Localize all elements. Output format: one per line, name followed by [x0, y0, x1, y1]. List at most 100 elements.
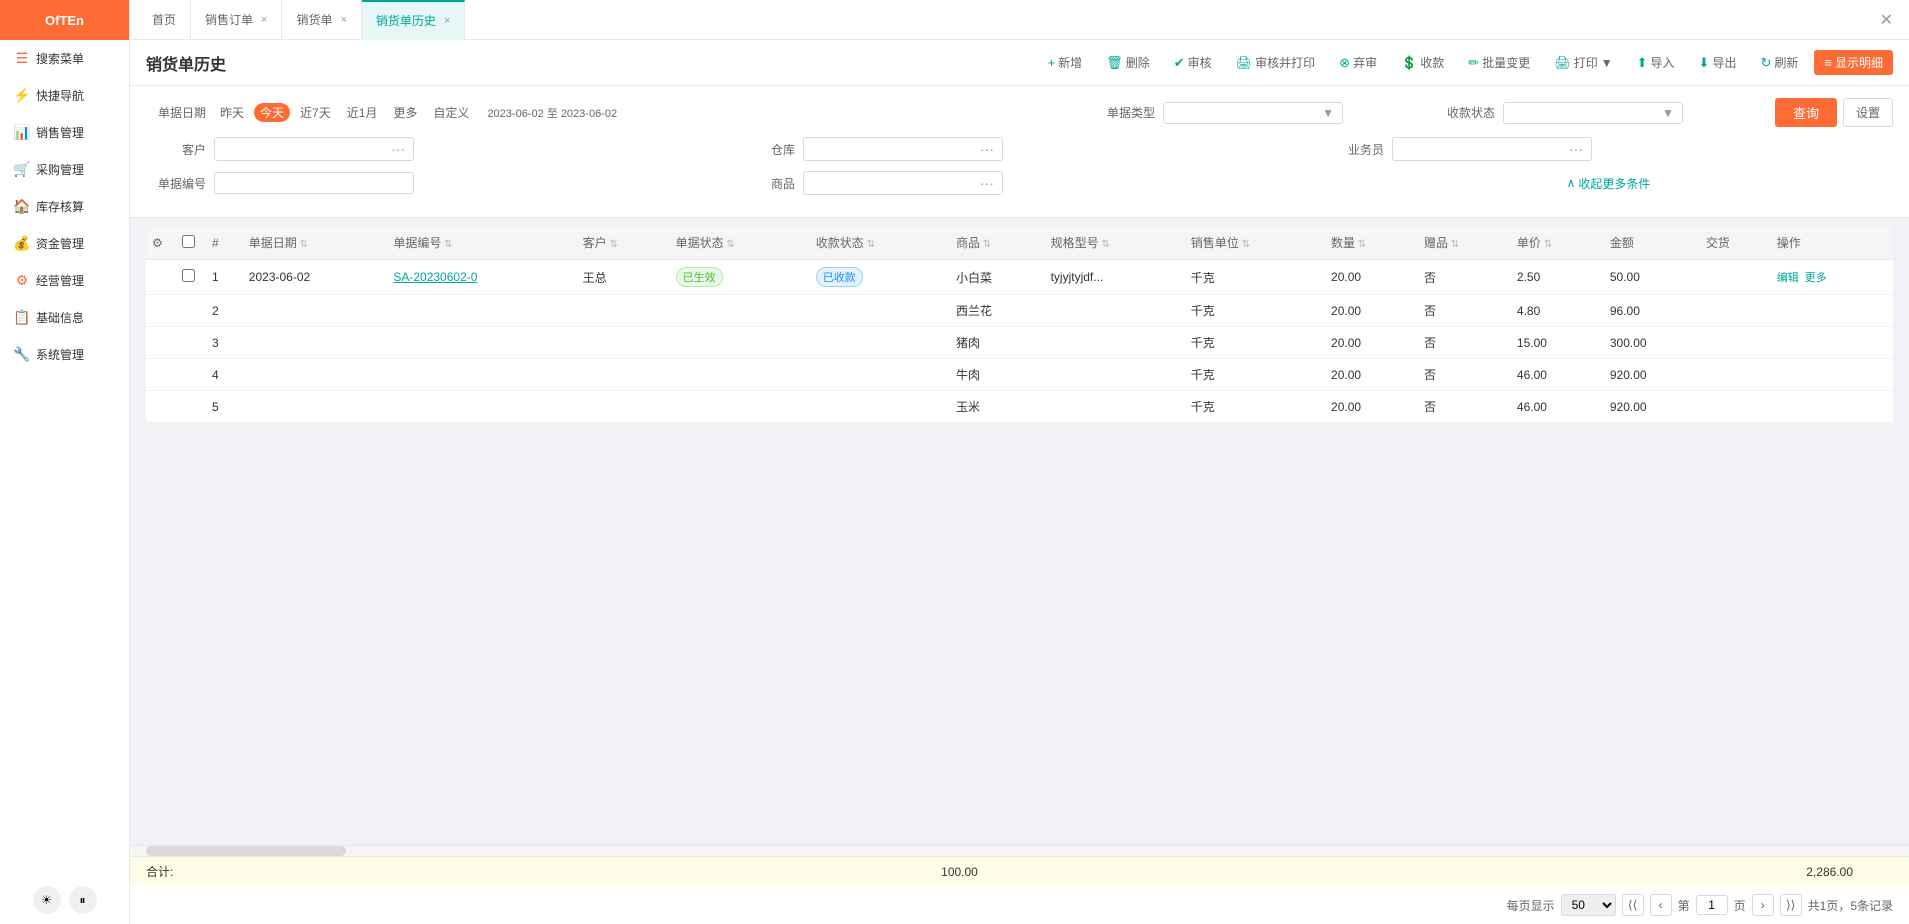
delete-button[interactable]: 🗑 删除 [1098, 50, 1158, 75]
tab-close-sales-history[interactable]: × [444, 15, 450, 27]
select-all-checkbox[interactable] [182, 235, 195, 248]
sidebar-item-capital-mgmt[interactable]: 💰 资金管理 [0, 225, 129, 262]
show-detail-button[interactable]: ≡ 显示明细 [1814, 50, 1893, 75]
prev-page-btn[interactable]: ‹ [1650, 894, 1672, 916]
cell-transaction [1700, 295, 1771, 327]
cell-doc-date [243, 295, 388, 327]
warehouse-input[interactable]: ··· [803, 137, 1003, 161]
date-opt-yesterday[interactable]: 昨天 [214, 103, 250, 122]
th-amount[interactable]: 金额 [1604, 226, 1700, 260]
cell-amount: 920.00 [1604, 391, 1700, 423]
scrollbar-area[interactable] [130, 846, 1909, 856]
sidebar-item-basic-info[interactable]: 📋 基础信息 [0, 299, 129, 336]
sidebar-item-quick-nav[interactable]: ⚡ 快捷导航 [0, 77, 129, 114]
audit-button[interactable]: ✔ 审核 [1166, 50, 1220, 75]
th-customer[interactable]: 客户 ⇅ [577, 226, 670, 260]
tab-sales-history[interactable]: 销货单历史 × [362, 0, 465, 40]
th-payment-status[interactable]: 收款状态 ⇅ [810, 226, 950, 260]
cell-unit: 千克 [1185, 391, 1325, 423]
tab-close-sales-order[interactable]: × [261, 14, 267, 26]
op-btn-更多[interactable]: 更多 [1805, 269, 1827, 285]
cell-checkbox[interactable] [176, 391, 206, 423]
cell-checkbox[interactable] [176, 327, 206, 359]
date-opt-custom[interactable]: 自定义 [427, 103, 475, 122]
tab-sales-order[interactable]: 销售订单 × [191, 0, 282, 40]
op-btn-编辑[interactable]: 编辑 [1777, 269, 1799, 285]
th-doc-date[interactable]: 单据日期 ⇅ [243, 226, 388, 260]
per-page-select[interactable]: 50 100 200 [1561, 894, 1616, 916]
cell-payment-status: 已收款 [810, 260, 950, 295]
cell-doc-status [670, 359, 810, 391]
cell-ops[interactable] [1771, 391, 1893, 423]
payment-status-select[interactable]: ▼ [1503, 102, 1683, 124]
collect-button[interactable]: 💲 收款 [1393, 50, 1452, 75]
refresh-button[interactable]: ↻ 刷新 [1752, 50, 1806, 75]
new-button[interactable]: + 新增 [1040, 50, 1091, 75]
cell-payment-status [810, 359, 950, 391]
sidebar-item-inventory[interactable]: 🏠 库存核算 [0, 188, 129, 225]
cell-doc-no[interactable] [387, 359, 576, 391]
tab-close-sales-delivery[interactable]: × [340, 14, 346, 26]
page-number-input[interactable] [1696, 895, 1728, 915]
th-goods[interactable]: 商品 ⇅ [950, 226, 1045, 260]
cell-checkbox[interactable] [176, 295, 206, 327]
sidebar-item-sales-mgmt[interactable]: 📊 销售管理 [0, 114, 129, 151]
doc-no-link[interactable]: SA-20230602-0 [393, 270, 477, 284]
cell-transaction [1700, 260, 1771, 295]
docno-input[interactable] [214, 172, 414, 194]
th-doc-status[interactable]: 单据状态 ⇅ [670, 226, 810, 260]
audit-print-button[interactable]: 🖨 审核并打印 [1228, 50, 1324, 75]
th-unit[interactable]: 销售单位 ⇅ [1185, 226, 1325, 260]
cell-gift: 否 [1418, 295, 1511, 327]
cell-doc-no[interactable]: SA-20230602-0 [387, 260, 576, 295]
sidebar-item-purchase-mgmt[interactable]: 🛒 采购管理 [0, 151, 129, 188]
cell-doc-no[interactable] [387, 327, 576, 359]
sidebar-pause-btn[interactable]: ⏸ [69, 886, 97, 914]
first-page-btn[interactable]: ⟨⟨ [1622, 894, 1644, 916]
cell-doc-no[interactable] [387, 295, 576, 327]
abandon-button[interactable]: ⊗ 弃审 [1331, 50, 1385, 75]
th-checkbox[interactable] [176, 226, 206, 260]
tab-home[interactable]: 首页 [138, 0, 191, 40]
batch-change-button[interactable]: ✏ 批量变更 [1460, 50, 1538, 75]
tab-sales-delivery[interactable]: 销货单 × [282, 0, 361, 40]
sidebar-item-ops-mgmt[interactable]: ⚙ 经营管理 [0, 262, 129, 299]
sidebar-item-label: 快捷导航 [36, 87, 84, 104]
date-opt-7days[interactable]: 近7天 [294, 103, 337, 122]
date-opt-1month[interactable]: 近1月 [341, 103, 384, 122]
cell-spec [1045, 295, 1185, 327]
print-button[interactable]: 🖨 打印 ▼ [1546, 50, 1620, 75]
collapse-button[interactable]: ∧ 收起更多条件 [1567, 175, 1651, 192]
cell-checkbox[interactable] [176, 260, 206, 295]
th-gift[interactable]: 赠品 ⇅ [1418, 226, 1511, 260]
import-button[interactable]: ⬆ 导入 [1629, 50, 1683, 75]
th-settings[interactable]: ⚙ [146, 226, 176, 260]
salesperson-input[interactable]: ··· [1392, 137, 1592, 161]
date-opt-more[interactable]: 更多 [387, 103, 423, 122]
settings-button[interactable]: 设置 [1843, 98, 1893, 127]
th-unit-price[interactable]: 单价 ⇅ [1511, 226, 1604, 260]
cell-checkbox[interactable] [176, 359, 206, 391]
cell-ops[interactable]: 编辑更多 [1771, 260, 1893, 295]
last-page-btn[interactable]: ⟩⟩ [1780, 894, 1802, 916]
th-doc-no[interactable]: 单据编号 ⇅ [387, 226, 576, 260]
cell-ops[interactable] [1771, 359, 1893, 391]
doc-type-select[interactable]: ▼ [1163, 102, 1343, 124]
cell-ops[interactable] [1771, 295, 1893, 327]
export-button[interactable]: ⬇ 导出 [1691, 50, 1745, 75]
scrollbar-thumb[interactable] [146, 846, 346, 856]
sidebar-sun-btn[interactable]: ☀ [33, 886, 61, 914]
goods-input[interactable]: ··· [803, 171, 1003, 195]
sidebar-item-sys-mgmt[interactable]: 🔧 系统管理 [0, 336, 129, 373]
date-opt-today[interactable]: 今天 [254, 103, 290, 122]
next-page-btn[interactable]: › [1752, 894, 1774, 916]
sidebar-item-search-menu[interactable]: ☰ 搜索菜单 [0, 40, 129, 77]
cell-ops[interactable] [1771, 327, 1893, 359]
window-close-btn[interactable]: ✕ [1872, 10, 1901, 30]
cell-goods: 猪肉 [950, 327, 1045, 359]
th-spec[interactable]: 规格型号 ⇅ [1045, 226, 1185, 260]
query-button[interactable]: 查询 [1775, 98, 1837, 127]
th-qty[interactable]: 数量 ⇅ [1325, 226, 1418, 260]
customer-input[interactable]: ··· [214, 137, 414, 161]
cell-doc-no[interactable] [387, 391, 576, 423]
